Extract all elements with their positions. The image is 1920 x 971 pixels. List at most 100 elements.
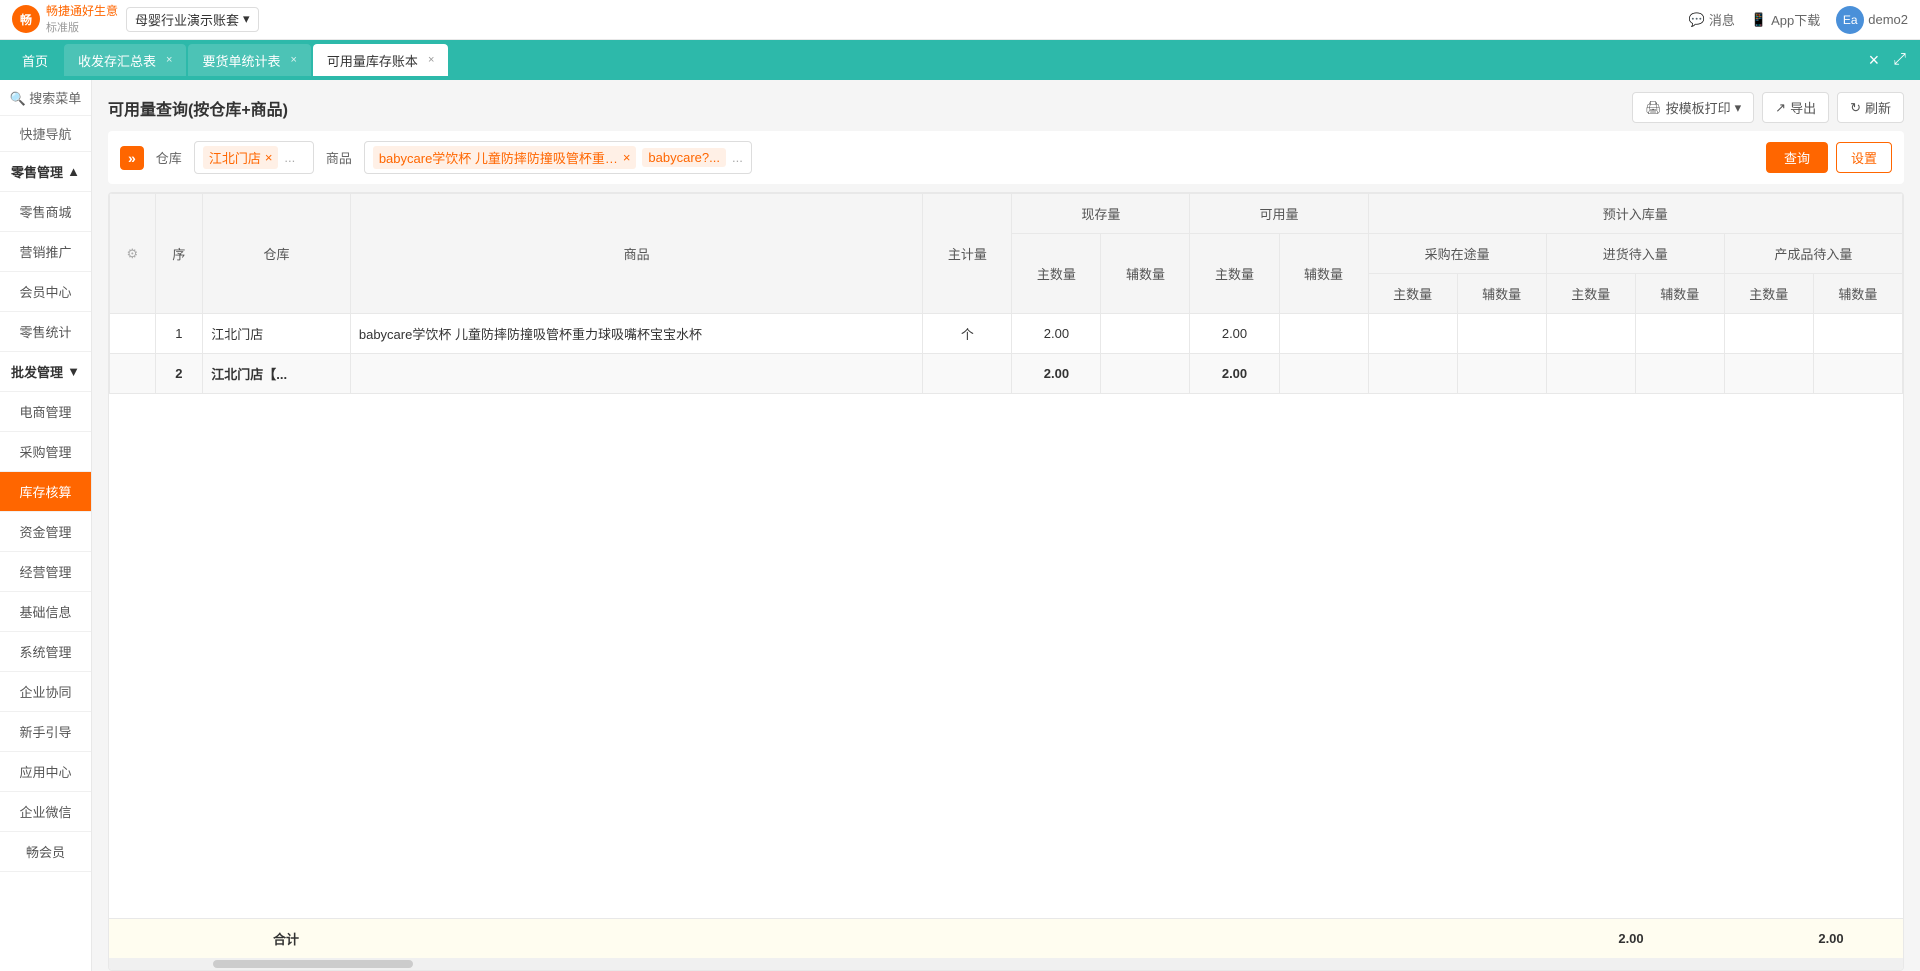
td-inbound-main-2 bbox=[1546, 354, 1635, 394]
tab-order-stats[interactable]: 要货单统计表 × bbox=[188, 44, 310, 76]
th-purchase-group: 采购在途量 bbox=[1368, 234, 1546, 274]
sidebar-search[interactable]: 🔍 搜索菜单 bbox=[0, 80, 91, 116]
product-more[interactable]: ... bbox=[732, 150, 743, 165]
td-product-1: babycare学饮杯 儿童防摔防撞吸管杯重力球吸嘴杯宝宝水杯 bbox=[350, 314, 922, 354]
td-production-main-2 bbox=[1724, 354, 1813, 394]
td-settings bbox=[110, 314, 156, 354]
td-avail-main-2: 2.00 bbox=[1190, 354, 1279, 394]
tab-close-all-btn[interactable]: × bbox=[1863, 50, 1886, 71]
user-menu[interactable]: Ea demo2 bbox=[1836, 6, 1908, 34]
message-btn[interactable]: 💬 消息 bbox=[1689, 10, 1735, 29]
data-table: ⚙ 序 仓库 商品 主计量 现存量 可用量 预计入库量 主数量 辅数量 bbox=[109, 193, 1903, 394]
th-production-main: 主数量 bbox=[1724, 274, 1813, 314]
print-btn[interactable]: 🖨 按模板打印 ▾ bbox=[1632, 92, 1754, 123]
td-purchase-aux-2 bbox=[1457, 354, 1546, 394]
td-inbound-aux-2 bbox=[1635, 354, 1724, 394]
td-no-2: 2 bbox=[155, 354, 203, 394]
td-inbound-aux-1 bbox=[1635, 314, 1724, 354]
th-planned-in-group: 预计入库量 bbox=[1368, 194, 1902, 234]
sidebar-item-ops-mgmt[interactable]: 经营管理 bbox=[0, 552, 91, 592]
footer-avail-main: 2.00 bbox=[1771, 931, 1891, 946]
logo-text: 畅捷通好生意 标准版 bbox=[46, 4, 118, 34]
refresh-btn[interactable]: ↻ 刷新 bbox=[1837, 92, 1904, 123]
top-bar-right: 💬 消息 📱 App下载 Ea demo2 bbox=[1689, 6, 1908, 34]
filter-toggle-btn[interactable]: » bbox=[120, 146, 144, 170]
warehouse-field[interactable]: 江北门店 × ... bbox=[194, 141, 314, 174]
export-btn[interactable]: ↗ 导出 bbox=[1762, 92, 1829, 123]
nav-tabs: 首页 收发存汇总表 × 要货单统计表 × 可用量库存账本 × × ⤢ bbox=[0, 40, 1920, 80]
sidebar-item-marketing[interactable]: 营销推广 bbox=[0, 232, 91, 272]
th-production-aux: 辅数量 bbox=[1813, 274, 1902, 314]
app-download-btn[interactable]: 📱 App下载 bbox=[1751, 10, 1820, 29]
th-inbound-group: 进货待入量 bbox=[1546, 234, 1724, 274]
sidebar-item-member-vip[interactable]: 畅会员 bbox=[0, 832, 91, 872]
td-avail-aux-1 bbox=[1279, 314, 1368, 354]
th-main-unit: 主计量 bbox=[923, 194, 1012, 314]
td-inbound-main-1 bbox=[1546, 314, 1635, 354]
tab-home[interactable]: 首页 bbox=[8, 44, 62, 76]
warehouse-tag-jiangbei: 江北门店 × bbox=[203, 146, 279, 169]
tab-receive-send[interactable]: 收发存汇总表 × bbox=[64, 44, 186, 76]
sidebar-item-retail-mgmt[interactable]: 零售管理 ▲ bbox=[0, 152, 91, 192]
sidebar-item-inventory-check[interactable]: 库存核算 bbox=[0, 472, 91, 512]
table-scroll[interactable]: ⚙ 序 仓库 商品 主计量 现存量 可用量 预计入库量 主数量 辅数量 bbox=[109, 193, 1903, 918]
query-btn[interactable]: 查询 bbox=[1766, 142, 1828, 173]
sidebar-item-retail-mall[interactable]: 零售商城 bbox=[0, 192, 91, 232]
td-stock-aux-1 bbox=[1101, 314, 1190, 354]
td-settings-2 bbox=[110, 354, 156, 394]
td-warehouse-1: 江北门店 bbox=[203, 314, 351, 354]
sidebar-item-basic-info[interactable]: 基础信息 bbox=[0, 592, 91, 632]
tab-close-receive-send[interactable]: × bbox=[166, 54, 172, 66]
product-field[interactable]: babycare学饮杯 儿童防摔防撞吸管杯重力球吸嘴杯宝宝水杯 × babyca… bbox=[364, 141, 752, 174]
th-inbound-aux: 辅数量 bbox=[1635, 274, 1724, 314]
th-warehouse: 仓库 bbox=[203, 194, 351, 314]
sidebar-item-enterprise-collab[interactable]: 企业协同 bbox=[0, 672, 91, 712]
top-bar: 畅 畅捷通好生意 标准版 母婴行业演示账套 ▾ 💬 消息 📱 App下载 Ea … bbox=[0, 0, 1920, 40]
content-area: 可用量查询(按仓库+商品) 🖨 按模板打印 ▾ ↗ 导出 ↻ 刷新 » bbox=[92, 80, 1920, 971]
remove-product-tag[interactable]: × bbox=[623, 150, 631, 165]
export-icon: ↗ bbox=[1775, 100, 1786, 116]
scrollbar-thumb[interactable] bbox=[213, 960, 413, 968]
td-production-aux-1 bbox=[1813, 314, 1902, 354]
settings-btn[interactable]: 设置 bbox=[1836, 142, 1892, 173]
sidebar-item-new-guide[interactable]: 新手引导 bbox=[0, 712, 91, 752]
sidebar-item-purchase-mgmt[interactable]: 采购管理 bbox=[0, 432, 91, 472]
td-unit-2 bbox=[923, 354, 1012, 394]
table-row: 1 江北门店 babycare学饮杯 儿童防摔防撞吸管杯重力球吸嘴杯宝宝水杯 个… bbox=[110, 314, 1903, 354]
sidebar-item-member-center[interactable]: 会员中心 bbox=[0, 272, 91, 312]
tab-close-available[interactable]: × bbox=[428, 54, 434, 66]
sidebar-item-ecommerce-mgmt[interactable]: 电商管理 bbox=[0, 392, 91, 432]
warehouse-more[interactable]: ... bbox=[284, 150, 295, 165]
tab-close-order-stats[interactable]: × bbox=[290, 54, 296, 66]
td-production-aux-2 bbox=[1813, 354, 1902, 394]
footer-stock-main: 2.00 bbox=[1571, 931, 1691, 946]
th-no: 序 bbox=[155, 194, 203, 314]
th-available-group: 可用量 bbox=[1190, 194, 1368, 234]
tab-expand-btn[interactable]: ⤢ bbox=[1887, 51, 1912, 69]
logo-icon: 畅 bbox=[12, 5, 40, 33]
product-tag-babycare: babycare学饮杯 儿童防摔防撞吸管杯重力球吸嘴杯宝宝水杯 × bbox=[373, 146, 637, 169]
td-purchase-main-2 bbox=[1368, 354, 1457, 394]
th-settings[interactable]: ⚙ bbox=[110, 194, 156, 314]
tab-available[interactable]: 可用量库存账本 × bbox=[313, 44, 448, 76]
sidebar-item-app-center[interactable]: 应用中心 bbox=[0, 752, 91, 792]
sidebar-quick-nav[interactable]: 快捷导航 bbox=[0, 116, 91, 152]
sidebar-item-system-mgmt[interactable]: 系统管理 bbox=[0, 632, 91, 672]
th-avail-main: 主数量 bbox=[1190, 234, 1279, 314]
mobile-icon: 📱 bbox=[1751, 12, 1767, 28]
account-dropdown[interactable]: 母婴行业演示账套 ▾ bbox=[126, 7, 259, 32]
th-product: 商品 bbox=[350, 194, 922, 314]
message-icon: 💬 bbox=[1689, 12, 1705, 28]
product-tag-babycare2: babycare?... bbox=[642, 148, 726, 167]
th-purchase-main: 主数量 bbox=[1368, 274, 1457, 314]
sidebar-item-retail-stats[interactable]: 零售统计 bbox=[0, 312, 91, 352]
footer-label: 合计 bbox=[273, 929, 353, 948]
table-footer: 合计 2.00 2.00 bbox=[109, 918, 1903, 958]
sidebar-item-finance-mgmt[interactable]: 资金管理 bbox=[0, 512, 91, 552]
sidebar: 🔍 搜索菜单 快捷导航 零售管理 ▲ 零售商城 营销推广 会员中心 零售统计 批… bbox=[0, 80, 92, 971]
remove-warehouse-tag[interactable]: × bbox=[265, 150, 273, 165]
sidebar-item-enterprise-wechat[interactable]: 企业微信 bbox=[0, 792, 91, 832]
sidebar-item-wholesale-mgmt[interactable]: 批发管理 ▼ bbox=[0, 352, 91, 392]
chevron-down-icon: ▾ bbox=[1735, 100, 1742, 116]
horizontal-scrollbar[interactable] bbox=[109, 958, 1903, 970]
